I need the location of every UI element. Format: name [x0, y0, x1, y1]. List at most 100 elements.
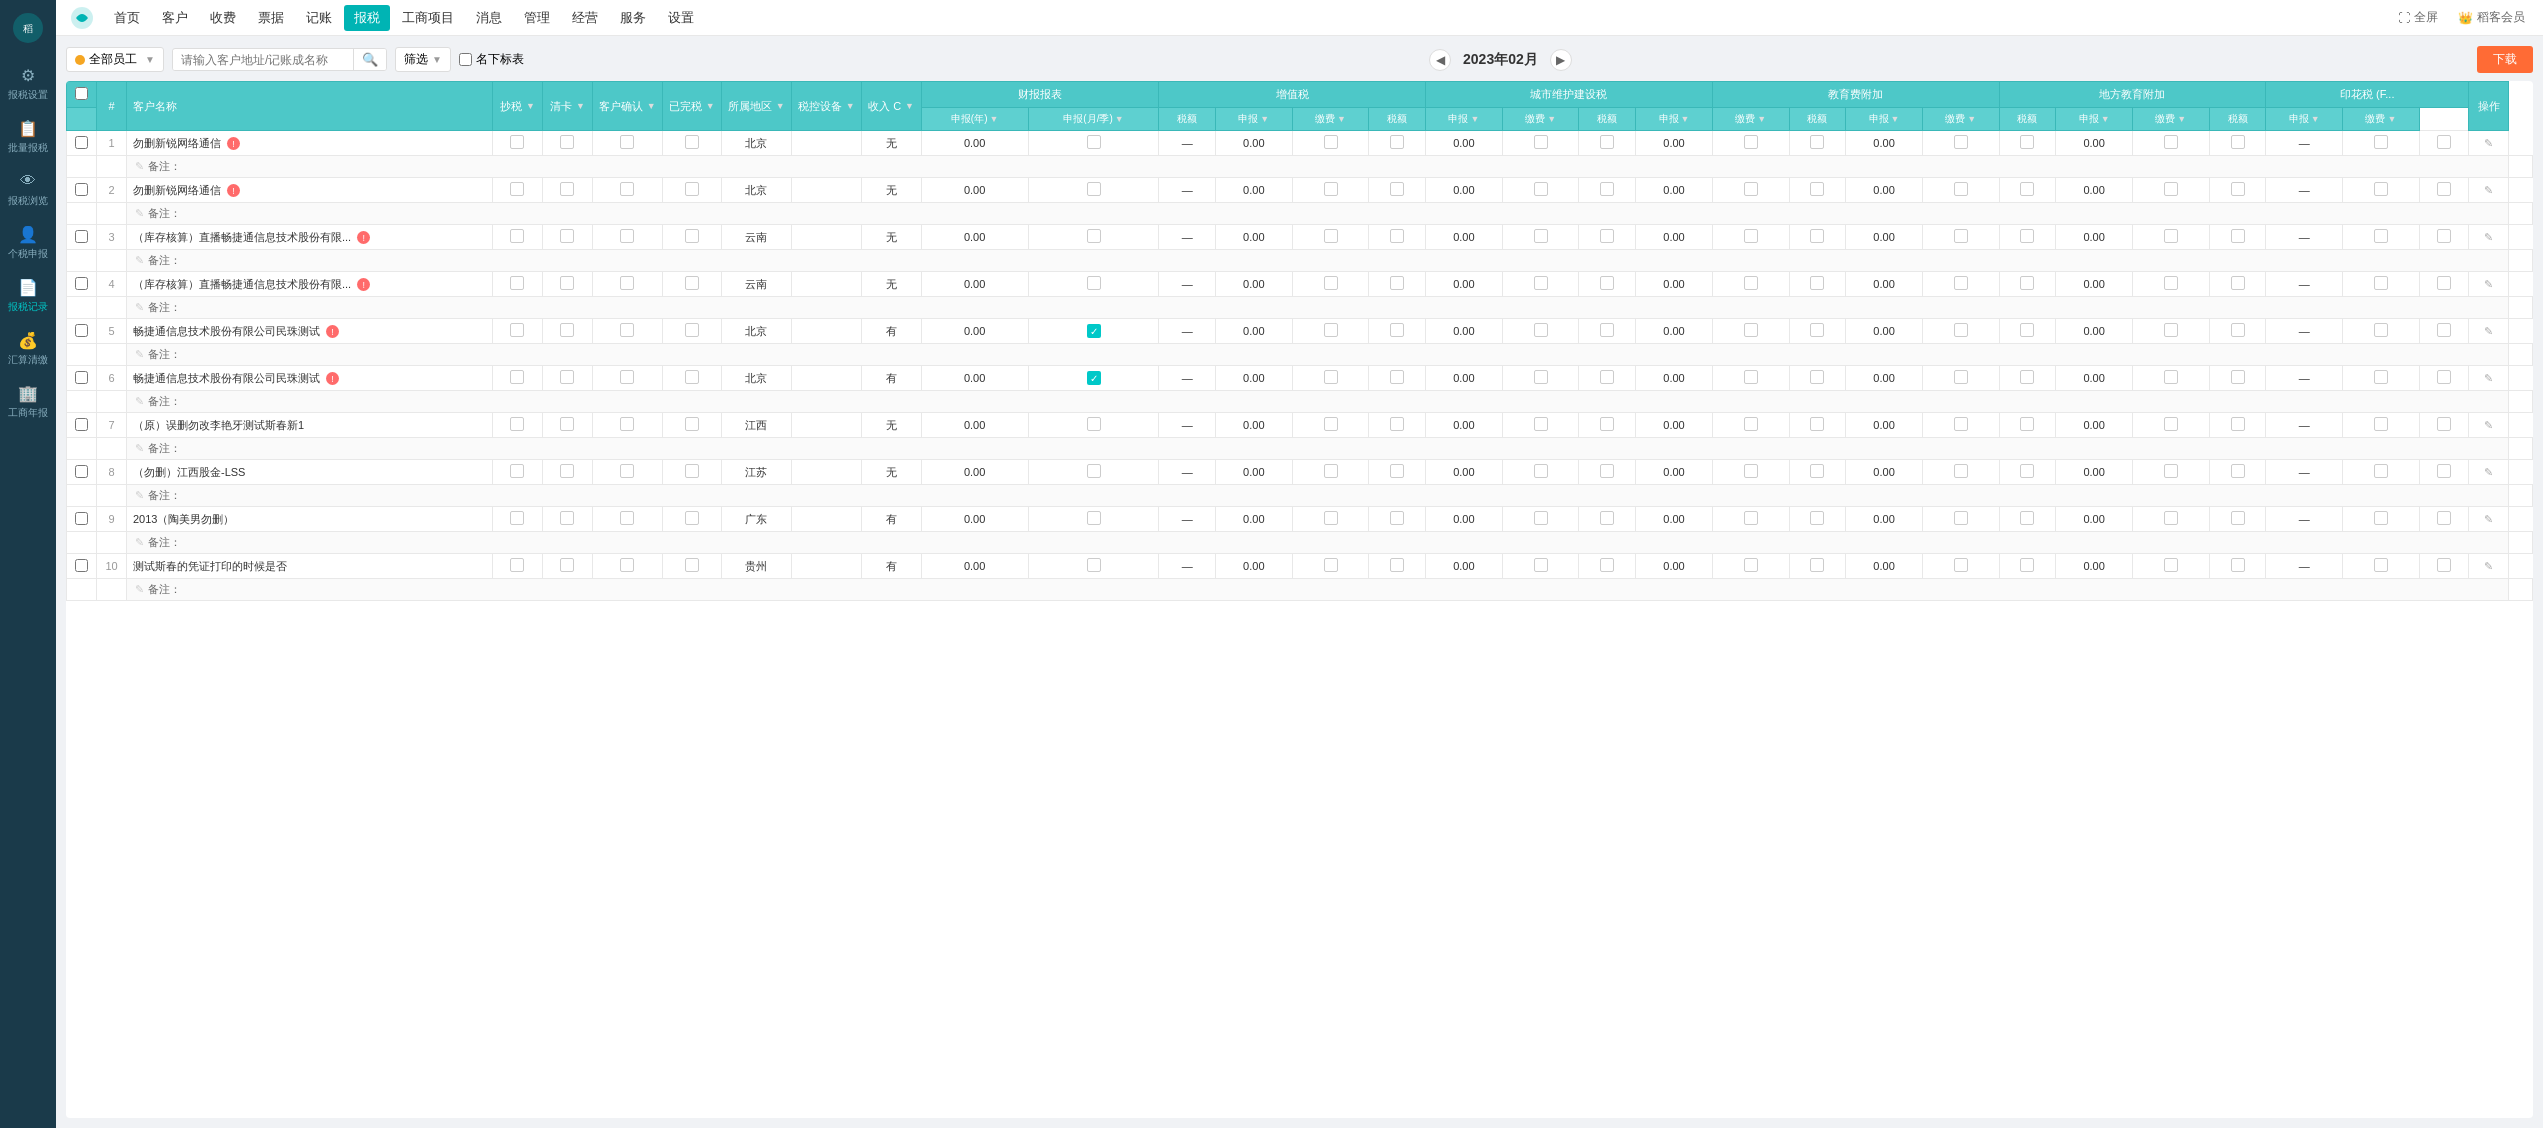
unchecked-box [1600, 558, 1614, 572]
sidebar-item-baoshuiliulan[interactable]: 👁 报税浏览 [0, 162, 56, 215]
device-cell [791, 460, 861, 485]
sidebar-item-piliangbaoshui[interactable]: 📋 批量报税 [0, 109, 56, 162]
cs-shen2 [1712, 460, 1789, 485]
vip-btn[interactable]: 👑 稻客会员 [2452, 7, 2531, 28]
unchecked-box [1744, 464, 1758, 478]
unchecked-box [1534, 182, 1548, 196]
current-date: 2023年02月 [1463, 51, 1538, 69]
row-checkbox[interactable] [75, 371, 88, 384]
sidebar-item-geshui[interactable]: 👤 个税申报 [0, 215, 56, 268]
zz-shen [1292, 225, 1369, 250]
edit-icon[interactable]: ✎ [2484, 466, 2493, 478]
nav-customer[interactable]: 客户 [152, 5, 198, 31]
filter-button[interactable]: 筛选 ▼ [395, 47, 451, 72]
cs-shen [1502, 225, 1579, 250]
fullscreen-btn[interactable]: ⛶ 全屏 [2392, 7, 2444, 28]
sidebar-item-baoshujilu[interactable]: 📄 报税记录 [0, 268, 56, 321]
search-input[interactable] [173, 50, 353, 70]
paid-cell [662, 319, 721, 344]
edit-icon[interactable]: ✎ [2484, 137, 2493, 149]
col-jy-shen: 申报▼ [1846, 108, 1923, 131]
nav-settings[interactable]: 设置 [658, 5, 704, 31]
edit-icon[interactable]: ✎ [2484, 278, 2493, 290]
zz-shen [1292, 178, 1369, 203]
prev-month-button[interactable]: ◀ [1429, 49, 1451, 71]
name-table-checkbox-label[interactable]: 名下标表 [459, 51, 524, 68]
next-month-button[interactable]: ▶ [1550, 49, 1572, 71]
confirm-cell [592, 225, 662, 250]
name-table-label: 名下标表 [476, 51, 524, 68]
row-checkbox[interactable] [75, 465, 88, 478]
download-button[interactable]: 下载 [2477, 46, 2533, 73]
action-cell[interactable]: ✎ [2469, 319, 2509, 344]
note-checkbox [67, 579, 97, 601]
sidebar-item-huisuan[interactable]: 💰 汇算清缴 [0, 321, 56, 374]
nav-tax[interactable]: 报税 [344, 5, 390, 31]
filter-icon: ▼ [647, 101, 656, 111]
row-checkbox[interactable] [75, 183, 88, 196]
edit-icon[interactable]: ✎ [2484, 231, 2493, 243]
row-checkbox[interactable] [75, 559, 88, 572]
unchecked-box [2164, 323, 2178, 337]
jy-jiao2 [1999, 225, 2056, 250]
action-cell[interactable]: ✎ [2469, 460, 2509, 485]
row-checkbox[interactable] [75, 230, 88, 243]
unchecked-box [510, 182, 524, 196]
sidebar-item-gongshangnianbaos[interactable]: 🏢 工商年报 [0, 374, 56, 427]
nav-invoice[interactable]: 票据 [248, 5, 294, 31]
action-cell[interactable]: ✎ [2469, 131, 2509, 156]
paid-cell [662, 225, 721, 250]
data-table-container[interactable]: # 客户名称 抄税▼ 清卡▼ 客户确认▼ [66, 81, 2533, 1118]
employee-select[interactable]: 全部员工 ▼ [66, 47, 164, 72]
edit-icon[interactable]: ✎ [2484, 419, 2493, 431]
nav-message[interactable]: 消息 [466, 5, 512, 31]
toolbar: 全部员工 ▼ 🔍 筛选 ▼ 名下标表 ◀ 2023年02月 ▶ 下载 [66, 46, 2533, 73]
confirm-cell [592, 366, 662, 391]
pencil-icon: ✎ [135, 395, 144, 407]
nav-accounting[interactable]: 记账 [296, 5, 342, 31]
sidebar-item-baoshuishezhi[interactable]: ⚙ 报税设置 [0, 56, 56, 109]
table-row: 5 畅捷通信息技术股份有限公司民珠测试 ! 北京 有 0.00 ✓ — 0.00… [67, 319, 2533, 344]
action-cell[interactable]: ✎ [2469, 366, 2509, 391]
zz-shen [1292, 366, 1369, 391]
row-checkbox[interactable] [75, 136, 88, 149]
unchecked-box [1324, 182, 1338, 196]
nav-service[interactable]: 服务 [610, 5, 656, 31]
col-caibao-year: 申报(年)▼ [921, 108, 1028, 131]
yh-shen [2343, 178, 2420, 203]
row-checkbox[interactable] [75, 277, 88, 290]
action-cell[interactable]: ✎ [2469, 272, 2509, 297]
action-cell[interactable]: ✎ [2469, 178, 2509, 203]
row-checkbox[interactable] [75, 324, 88, 337]
nav-operation[interactable]: 经营 [562, 5, 608, 31]
action-cell[interactable]: ✎ [2469, 413, 2509, 438]
row-checkbox[interactable] [75, 512, 88, 525]
nav-business[interactable]: 工商项目 [392, 5, 464, 31]
nav-manage[interactable]: 管理 [514, 5, 560, 31]
nav-fee[interactable]: 收费 [200, 5, 246, 31]
name-table-checkbox[interactable] [459, 53, 472, 66]
action-cell[interactable]: ✎ [2469, 554, 2509, 579]
unchecked-box [2374, 135, 2388, 149]
company-name: 畅捷通信息技术股份有限公司民珠测试 ! [127, 366, 493, 391]
nav-home[interactable]: 首页 [104, 5, 150, 31]
unchecked-box [1390, 182, 1404, 196]
edit-icon[interactable]: ✎ [2484, 560, 2493, 572]
edit-icon[interactable]: ✎ [2484, 184, 2493, 196]
note-num [97, 485, 127, 507]
unchecked-box [510, 511, 524, 525]
unchecked-box [1954, 558, 1968, 572]
unchecked-box [2020, 276, 2034, 290]
action-cell[interactable]: ✎ [2469, 507, 2509, 532]
region-cell: 云南 [721, 272, 791, 297]
search-button[interactable]: 🔍 [353, 49, 386, 70]
edit-icon[interactable]: ✎ [2484, 325, 2493, 337]
checked-box: ✓ [1087, 324, 1101, 338]
action-cell[interactable]: ✎ [2469, 225, 2509, 250]
select-all-checkbox[interactable] [75, 87, 88, 100]
edit-icon[interactable]: ✎ [2484, 513, 2493, 525]
row-checkbox[interactable] [75, 418, 88, 431]
unchecked-box [1810, 558, 1824, 572]
unchecked-box [1534, 511, 1548, 525]
edit-icon[interactable]: ✎ [2484, 372, 2493, 384]
